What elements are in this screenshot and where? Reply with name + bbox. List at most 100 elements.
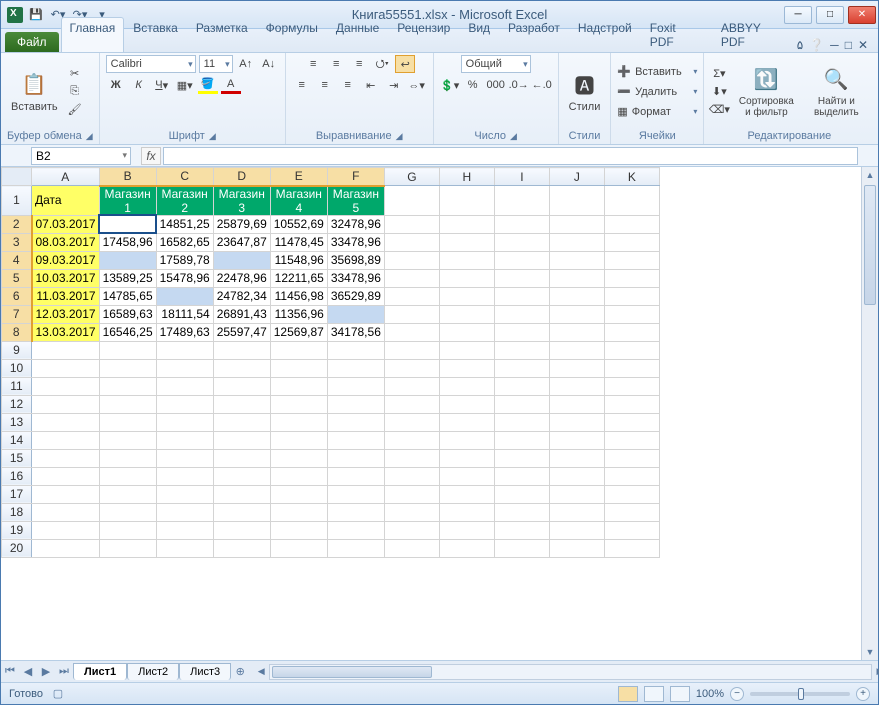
cell[interactable] [327, 503, 384, 521]
cell[interactable] [32, 395, 100, 413]
zoom-level[interactable]: 100% [696, 688, 724, 700]
cell[interactable]: 10552,69 [270, 215, 327, 233]
formula-input[interactable] [163, 147, 858, 165]
cell[interactable] [156, 539, 213, 557]
cell[interactable] [156, 521, 213, 539]
cell[interactable] [604, 269, 659, 287]
row-header[interactable]: 14 [2, 431, 32, 449]
fill-icon[interactable]: ⬇▾ [710, 84, 728, 100]
cell[interactable]: 17489,63 [156, 323, 213, 341]
cell[interactable] [549, 539, 604, 557]
cell[interactable] [549, 305, 604, 323]
row-header[interactable]: 7 [2, 305, 32, 323]
cell[interactable] [270, 449, 327, 467]
cell[interactable] [549, 467, 604, 485]
cell[interactable] [439, 305, 494, 323]
align-bottom-icon[interactable]: ≡ [349, 55, 369, 73]
cell[interactable]: 09.03.2017 [32, 251, 100, 269]
cell[interactable] [213, 503, 270, 521]
cut-icon[interactable]: ✂ [66, 66, 84, 82]
cell[interactable] [99, 449, 156, 467]
cell[interactable] [99, 377, 156, 395]
cell[interactable] [32, 341, 100, 359]
page-layout-view-button[interactable] [644, 686, 664, 702]
cell[interactable] [439, 251, 494, 269]
cell[interactable] [327, 413, 384, 431]
sheet-tab[interactable]: Лист2 [127, 663, 179, 680]
cell[interactable]: 24782,34 [213, 287, 270, 305]
cell[interactable] [549, 251, 604, 269]
cell[interactable]: 12.03.2017 [32, 305, 100, 323]
font-size-combo[interactable]: 11 [199, 55, 233, 73]
cell[interactable]: 16589,63 [99, 305, 156, 323]
cell[interactable] [156, 485, 213, 503]
cell[interactable] [327, 467, 384, 485]
cell[interactable]: 26891,43 [213, 305, 270, 323]
cell[interactable] [439, 287, 494, 305]
cell[interactable] [494, 539, 549, 557]
cell[interactable] [439, 269, 494, 287]
cell[interactable] [213, 431, 270, 449]
cell[interactable] [327, 431, 384, 449]
cell[interactable] [549, 413, 604, 431]
cell[interactable] [156, 467, 213, 485]
cell[interactable]: 14785,65 [99, 287, 156, 305]
row-header[interactable]: 12 [2, 395, 32, 413]
cell[interactable] [213, 539, 270, 557]
cell[interactable] [99, 539, 156, 557]
cell[interactable] [156, 341, 213, 359]
insert-cells-button[interactable]: ➕Вставить [617, 63, 697, 81]
cell[interactable] [384, 539, 439, 557]
cell[interactable]: 12211,65 [270, 269, 327, 287]
cell[interactable] [549, 323, 604, 341]
cell[interactable] [99, 413, 156, 431]
cell[interactable] [32, 485, 100, 503]
cell[interactable] [270, 359, 327, 377]
fill-color-icon[interactable]: 🪣 [198, 76, 218, 94]
cell[interactable] [213, 341, 270, 359]
cell[interactable] [156, 377, 213, 395]
cell[interactable] [494, 251, 549, 269]
cell[interactable] [604, 359, 659, 377]
cell[interactable] [32, 521, 100, 539]
cell[interactable]: 25597,47 [213, 323, 270, 341]
cell[interactable] [384, 305, 439, 323]
bold-icon[interactable]: Ж [106, 76, 126, 94]
cell[interactable] [156, 359, 213, 377]
merge-icon[interactable]: ⇔▾ [407, 76, 427, 94]
wrap-text-icon[interactable]: ↩ [395, 55, 415, 73]
new-sheet-icon[interactable]: ⊕ [231, 663, 249, 681]
cell[interactable] [494, 305, 549, 323]
column-header[interactable]: H [439, 168, 494, 186]
cell[interactable] [494, 449, 549, 467]
cell[interactable] [32, 431, 100, 449]
cell[interactable] [384, 413, 439, 431]
cell[interactable]: 18111,54 [156, 305, 213, 323]
row-header[interactable]: 18 [2, 503, 32, 521]
format-painter-icon[interactable]: 🖌 [66, 102, 84, 118]
vertical-scrollbar[interactable]: ▲ ▼ [861, 167, 878, 660]
cell[interactable] [494, 269, 549, 287]
paste-button[interactable]: 📋 Вставить [7, 69, 62, 115]
cell[interactable] [270, 413, 327, 431]
cell[interactable] [384, 251, 439, 269]
cell[interactable] [384, 287, 439, 305]
cell[interactable] [439, 215, 494, 233]
column-header[interactable]: E [270, 168, 327, 186]
cell[interactable] [32, 467, 100, 485]
column-header[interactable]: B [99, 168, 156, 186]
cell[interactable] [439, 186, 494, 216]
cell[interactable] [549, 359, 604, 377]
cell[interactable] [384, 269, 439, 287]
row-header[interactable]: 2 [2, 215, 32, 233]
format-cells-button[interactable]: ▦Формат [617, 103, 697, 121]
italic-icon[interactable]: К [129, 76, 149, 94]
cell[interactable]: 36529,89 [327, 287, 384, 305]
fx-icon[interactable]: fx [141, 147, 161, 165]
cell[interactable]: 07.03.2017 [32, 215, 100, 233]
cell[interactable] [156, 413, 213, 431]
column-header[interactable]: K [604, 168, 659, 186]
ribbon-tab-abbyy pdf[interactable]: ABBYY PDF [712, 17, 797, 52]
cell[interactable] [494, 377, 549, 395]
row-header[interactable]: 20 [2, 539, 32, 557]
